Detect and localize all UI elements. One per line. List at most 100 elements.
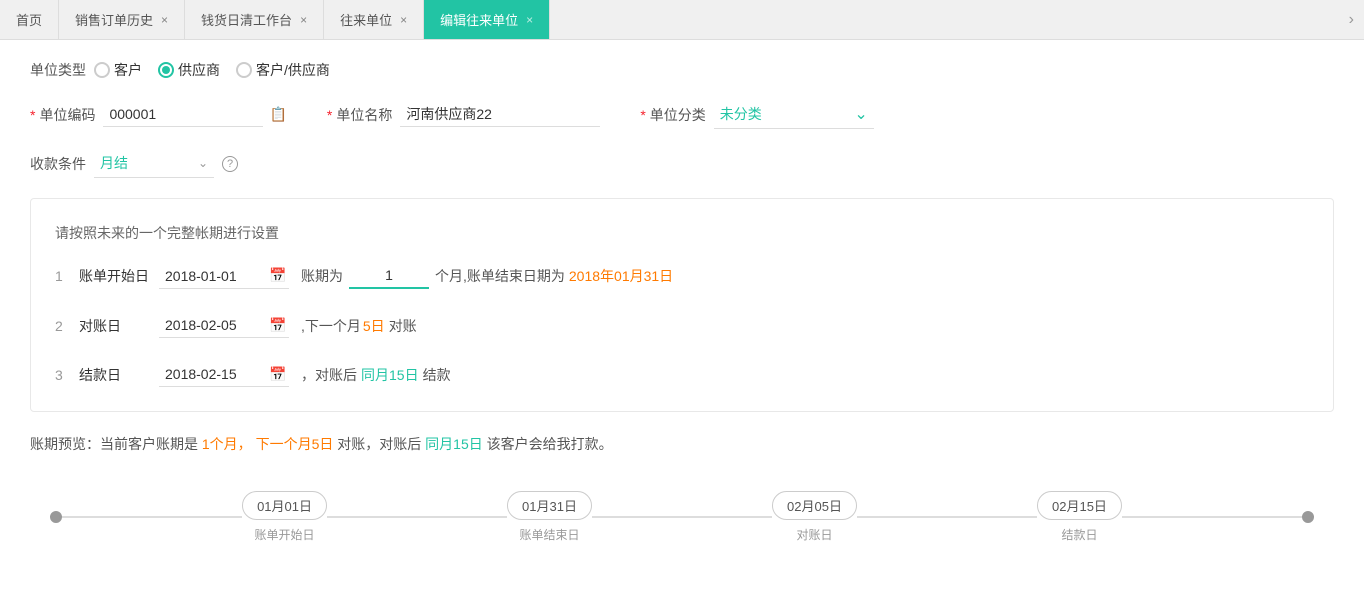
period-desc-2: ,下一个月 5日 对账: [301, 316, 417, 336]
period-desc-3: ，对账后 同月15日 结款: [301, 365, 451, 385]
unit-category-select[interactable]: 未分类 ⌄: [714, 100, 874, 129]
unit-name-field: * 单位名称: [327, 102, 600, 127]
radio-both-label: 客户/供应商: [256, 60, 330, 80]
period-desc-1: 账期为 个月,账单结束日期为 2018年01月31日: [301, 263, 673, 289]
unit-name-input[interactable]: [400, 102, 600, 127]
tab-sales-history-label: 销售订单历史: [75, 10, 153, 29]
period-desc-suffix-1: 个月,账单结束日期为: [435, 266, 565, 286]
unit-info-row: * 单位编码 📋 * 单位名称 * 单位分类 未分类 ⌄: [30, 100, 1334, 129]
unit-code-field: * 单位编码 📋: [30, 102, 287, 127]
preview-part2: 下一个月5日: [256, 436, 334, 452]
unit-code-icon[interactable]: 📋: [269, 106, 286, 123]
period-num-2: 2: [55, 318, 79, 334]
radio-supplier[interactable]: 供应商: [158, 60, 220, 80]
radio-supplier-label: 供应商: [178, 60, 220, 80]
period-row-2: 2 对账日 📅 ,下一个月 5日 对账: [55, 313, 1309, 338]
main-content: 单位类型 客户 供应商 客户/供应商 * 单位编码: [0, 40, 1364, 608]
timeline-spacer-3: [592, 516, 772, 518]
timeline-node-1: 01月01日 账单开始日: [242, 491, 327, 543]
start-date-calendar-icon[interactable]: 📅: [269, 267, 286, 284]
period-desc-prefix-2: ,下一个月: [301, 316, 361, 336]
unit-name-label: 单位名称: [336, 105, 392, 125]
period-panel: 请按照未来的一个完整帐期进行设置 1 账单开始日 📅 账期为 个月,账单结束日期…: [30, 198, 1334, 412]
timeline-start-dot: [50, 511, 62, 523]
tab-partner-units-close[interactable]: ×: [400, 13, 407, 27]
timeline-spacer-5: [1122, 516, 1302, 518]
period-desc-suffix-3: 结款: [423, 365, 451, 385]
period-num-1: 1: [55, 268, 79, 284]
tab-cash-ledger[interactable]: 钱货日清工作台 ×: [185, 0, 324, 39]
period-label-2: 对账日: [79, 316, 159, 336]
period-row-1: 1 账单开始日 📅 账期为 个月,账单结束日期为 2018年01月31日: [55, 263, 1309, 289]
settlement-date-input[interactable]: [159, 362, 269, 386]
period-num-3: 3: [55, 367, 79, 383]
timeline-node-start-dot: [50, 511, 62, 523]
reconcile-day-highlight: 5日: [363, 316, 385, 336]
timeline-spacer-1: [62, 516, 242, 518]
preview-row: 账期预览：当前客户账期是 1个月， 下一个月5日 对账，对账后 同月15日 该客…: [30, 432, 1334, 457]
timeline-pill-4: 02月15日: [1037, 491, 1122, 520]
unit-code-input[interactable]: [103, 102, 263, 127]
tab-edit-partner-close[interactable]: ×: [526, 13, 533, 27]
tab-home[interactable]: 首页: [0, 0, 59, 39]
period-label-1: 账单开始日: [79, 266, 159, 286]
tab-sales-history[interactable]: 销售订单历史 ×: [59, 0, 185, 39]
payment-help-icon[interactable]: ?: [222, 156, 238, 172]
radio-both[interactable]: 客户/供应商: [236, 60, 330, 80]
period-months-input[interactable]: [349, 263, 429, 289]
tab-edit-partner[interactable]: 编辑往来单位 ×: [424, 0, 550, 39]
preview-part3: 对账，对账后: [337, 436, 421, 452]
unit-type-field: 单位类型 客户 供应商 客户/供应商: [30, 60, 346, 80]
reconcile-date-calendar-icon[interactable]: 📅: [269, 317, 286, 334]
unit-category-value: 未分类: [720, 104, 849, 124]
unit-type-label: 单位类型: [30, 60, 86, 80]
timeline-node-2: 01月31日 账单结束日: [507, 491, 592, 543]
timeline-pill-2: 01月31日: [507, 491, 592, 520]
radio-customer-label: 客户: [114, 60, 142, 80]
tab-home-label: 首页: [16, 10, 42, 29]
unit-category-star: *: [640, 107, 645, 123]
radio-supplier-circle: [158, 62, 174, 78]
preview-label: 账期预览：当前客户账期是: [30, 436, 198, 452]
timeline-node-end-dot: [1302, 511, 1314, 523]
tab-partner-units[interactable]: 往来单位 ×: [324, 0, 424, 39]
tab-bar: 首页 销售订单历史 × 钱货日清工作台 × 往来单位 × 编辑往来单位 × ›: [0, 0, 1364, 40]
tab-sales-history-close[interactable]: ×: [161, 13, 168, 27]
unit-type-row: 单位类型 客户 供应商 客户/供应商: [30, 60, 1334, 80]
period-end-date-highlight: 2018年01月31日: [569, 266, 673, 286]
unit-code-label: 单位编码: [39, 105, 95, 125]
period-row-3: 3 结款日 📅 ，对账后 同月15日 结款: [55, 362, 1309, 387]
timeline-node-4: 02月15日 结款日: [1037, 491, 1122, 543]
tab-partner-units-label: 往来单位: [340, 10, 392, 29]
payment-select[interactable]: 月结 ⌄: [94, 149, 214, 178]
timeline-label-1: 账单开始日: [255, 526, 315, 543]
tab-scroll-arrow[interactable]: ›: [1339, 11, 1364, 29]
reconcile-date-input[interactable]: [159, 313, 269, 337]
settlement-date-calendar-icon[interactable]: 📅: [269, 366, 286, 383]
timeline: 01月01日 账单开始日 01月31日 账单结束日 02月05日 对账日 02月…: [50, 481, 1314, 573]
preview-part4: 同月15日: [425, 436, 483, 452]
unit-type-radio-group: 客户 供应商 客户/供应商: [94, 60, 346, 80]
timeline-end-dot: [1302, 511, 1314, 523]
unit-code-star: *: [30, 107, 35, 123]
start-date-input-wrapper: 📅: [159, 264, 289, 289]
timeline-pill-1: 01月01日: [242, 491, 327, 520]
tab-cash-ledger-close[interactable]: ×: [300, 13, 307, 27]
payment-chevron: ⌄: [198, 156, 208, 170]
preview-part1: 1个月，: [202, 436, 252, 452]
payment-value: 月结: [100, 153, 194, 173]
reconcile-date-input-wrapper: 📅: [159, 313, 289, 338]
timeline-pill-3: 02月05日: [772, 491, 857, 520]
start-date-input[interactable]: [159, 264, 269, 288]
panel-hint: 请按照未来的一个完整帐期进行设置: [55, 223, 1309, 243]
payment-row: 收款条件 月结 ⌄ ?: [30, 149, 1334, 178]
preview-part5: 该客户会给我打款。: [487, 436, 613, 452]
timeline-node-3: 02月05日 对账日: [772, 491, 857, 543]
payment-field: 收款条件 月结 ⌄ ?: [30, 149, 238, 178]
unit-category-label: 单位分类: [650, 105, 706, 125]
settlement-date-input-wrapper: 📅: [159, 362, 289, 387]
timeline-container: 01月01日 账单开始日 01月31日 账单结束日 02月05日 对账日 02月…: [30, 481, 1334, 573]
radio-customer[interactable]: 客户: [94, 60, 142, 80]
timeline-spacer-4: [857, 516, 1037, 518]
unit-category-field: * 单位分类 未分类 ⌄: [640, 100, 873, 129]
